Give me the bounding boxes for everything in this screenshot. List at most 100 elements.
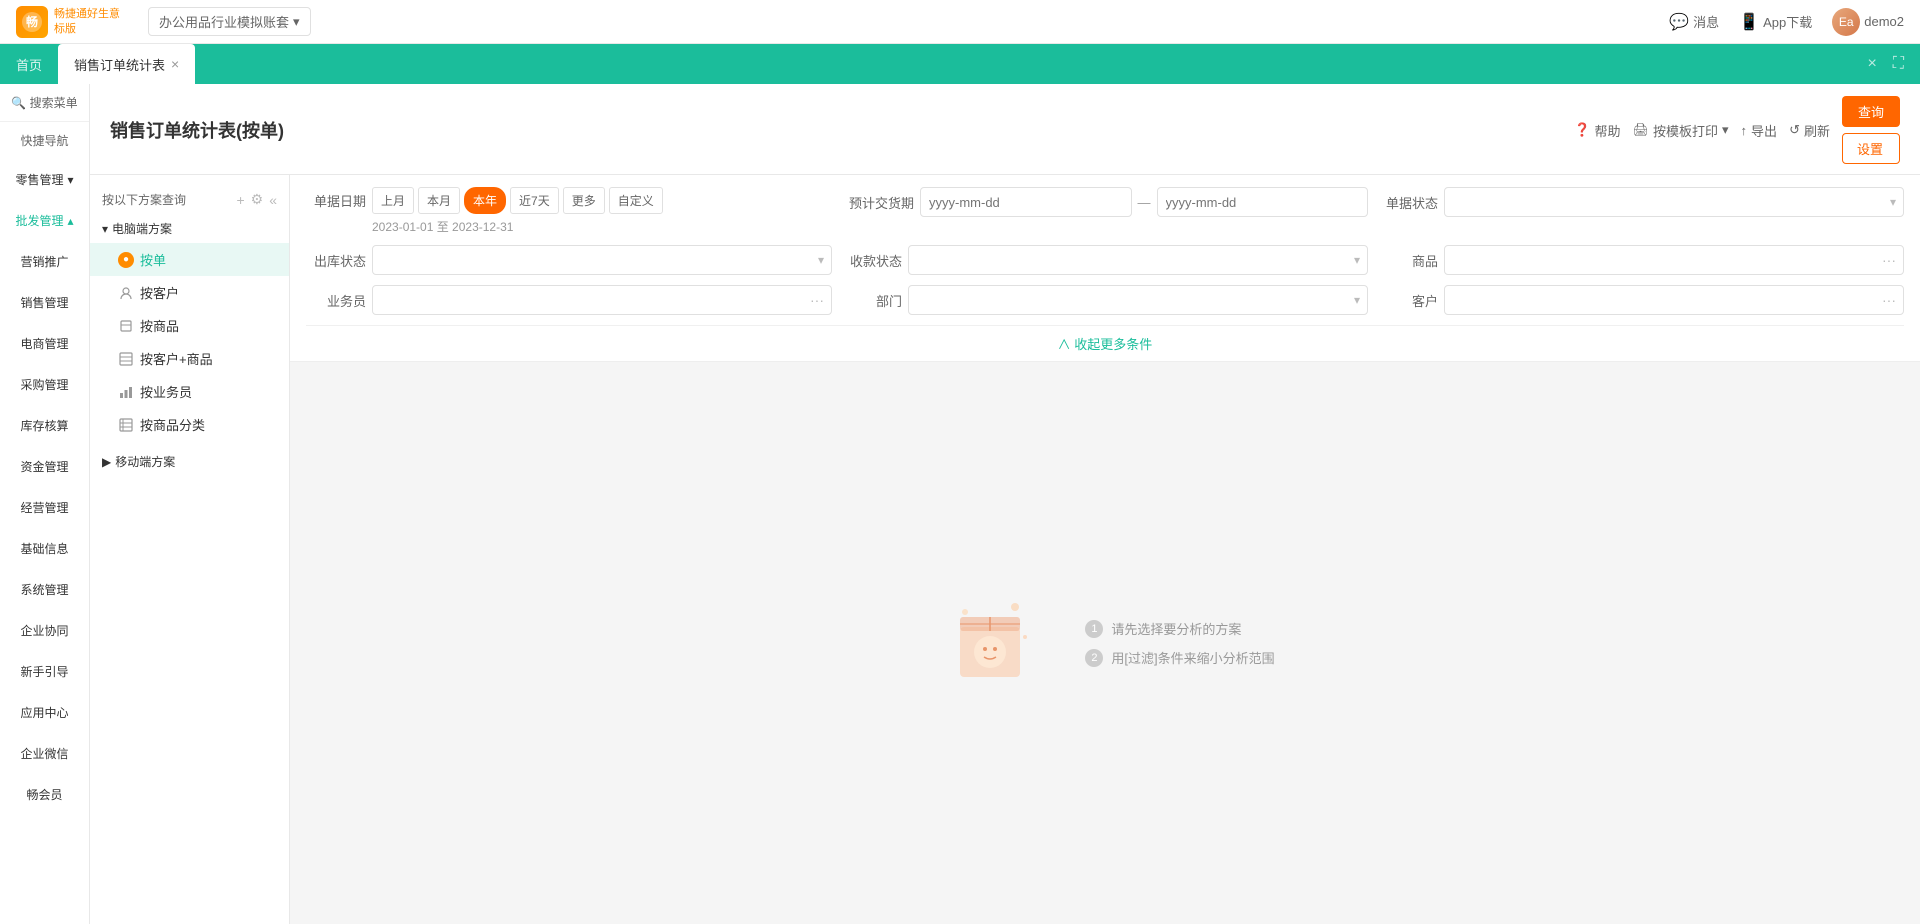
order-status-select-wrapper: ▾ (1444, 187, 1904, 217)
query-btn[interactable]: 查询 (1842, 96, 1900, 127)
scheme-item-goods[interactable]: 按商品 (90, 309, 289, 342)
minimize-btn[interactable]: × (1863, 55, 1880, 73)
app-selector-arrow: ▾ (293, 14, 300, 30)
right-buttons: 查询 设置 (1842, 96, 1900, 164)
settings-btn[interactable]: 设置 (1842, 133, 1900, 164)
sidebar-item-marketing[interactable]: 营销推广 (0, 241, 89, 282)
refresh-btn[interactable]: ↺ 刷新 (1789, 121, 1830, 140)
app-selector[interactable]: 办公用品行业模拟账套 ▾ (148, 7, 311, 36)
scheme-item-salesman[interactable]: 按业务员 (90, 375, 289, 408)
content-data: 1 请先选择要分析的方案 2 用[过滤]条件来缩小分析范围 (290, 362, 1920, 924)
sidebar-item-inventory[interactable]: 库存核算 (0, 405, 89, 446)
empty-tips-list: 1 请先选择要分析的方案 2 用[过滤]条件来缩小分析范围 (1085, 619, 1274, 667)
prev-month-btn[interactable]: 上月 (372, 187, 414, 214)
scheme-settings-btn[interactable]: ⚙ (251, 191, 264, 208)
collapse-bar[interactable]: ∧ 收起更多条件 (306, 325, 1904, 361)
operations-label: 经营管理 (20, 501, 68, 515)
date-range-display: 2023-01-01 至 2023-12-31 (306, 218, 832, 235)
sidebar-item-finance[interactable]: 资金管理 (0, 446, 89, 487)
sidebar-item-enterprise[interactable]: 企业协同 (0, 610, 89, 651)
quick-nav-text: 快捷导航 (20, 134, 68, 148)
tab-close-icon[interactable]: × (171, 56, 179, 72)
sidebar-item-basic[interactable]: 基础信息 (0, 528, 89, 569)
customer-label: 客户 (1378, 291, 1438, 310)
sidebar-item-sales[interactable]: 销售管理 (0, 282, 89, 323)
wholesale-label: 批发管理 (15, 212, 63, 229)
main-layout: 🔍 搜索菜单 快捷导航 零售管理 ▾ 批发管理 ▴ 营销推广 销售管理 电商管理… (0, 84, 1920, 924)
scheme-header-label: 按以下方案查询 (102, 191, 186, 208)
page-header-top: 销售订单统计表(按单) ❓ 帮助 🖨 按模板打印 ▾ ↑ 导出 (110, 96, 1900, 164)
expected-date-label: 预计交货期 (842, 193, 914, 212)
scheme-collapse-btn[interactable]: « (269, 192, 277, 208)
scheme-label-customer: 按客户 (140, 283, 179, 302)
main-right-panel: 单据日期 上月 本月 本年 近7天 更多 自定义 2023 (290, 175, 1920, 924)
tab-sales-stats[interactable]: 销售订单统计表 × (58, 44, 195, 84)
enterprise-label: 企业协同 (20, 624, 68, 638)
purchase-label: 采购管理 (20, 378, 68, 392)
user-area[interactable]: Ea demo2 (1832, 8, 1904, 36)
scheme-item-customer-goods[interactable]: 按客户+商品 (90, 342, 289, 375)
last7-btn[interactable]: 近7天 (510, 187, 559, 214)
dept-select[interactable] (908, 285, 1368, 315)
top-bar: 畅 畅捷通好生意 标版 办公用品行业模拟账套 ▾ 💬 消息 📱 App下载 Ea… (0, 0, 1920, 44)
this-year-btn[interactable]: 本年 (464, 187, 506, 214)
scheme-item-customer[interactable]: 按客户 (90, 276, 289, 309)
scheme-category-mobile: ▶ 移动端方案 (90, 447, 289, 476)
sidebar-item-operations[interactable]: 经营管理 (0, 487, 89, 528)
ship-status-select[interactable] (372, 245, 832, 275)
quick-nav-label[interactable]: 快捷导航 (0, 122, 89, 159)
top-bar-left: 畅 畅捷通好生意 标版 办公用品行业模拟账套 ▾ (16, 6, 311, 38)
print-icon: 🖨 (1632, 122, 1649, 138)
wechat-label: 企业微信 (20, 747, 68, 761)
salesman-select[interactable] (372, 285, 832, 315)
sidebar-item-apps[interactable]: 应用中心 (0, 692, 89, 733)
user-avatar: Ea (1832, 8, 1860, 36)
order-status-select[interactable] (1444, 187, 1904, 217)
receive-status-select[interactable] (908, 245, 1368, 275)
pc-category-arrow: ▾ (102, 222, 108, 236)
scheme-item-dan[interactable]: ● 按单 (90, 243, 289, 276)
this-month-btn[interactable]: 本月 (418, 187, 460, 214)
message-btn[interactable]: 💬 消息 (1669, 12, 1719, 32)
customer-select[interactable] (1444, 285, 1904, 315)
ship-status-cell: 出库状态 ▾ (306, 245, 832, 275)
scheme-item-goods-category[interactable]: 按商品分类 (90, 408, 289, 441)
scheme-icon-customer (118, 285, 134, 301)
scheme-add-btn[interactable]: + (236, 192, 244, 208)
sidebar-search[interactable]: 🔍 搜索菜单 (0, 84, 89, 122)
basic-label: 基础信息 (20, 542, 68, 556)
page-title: 销售订单统计表(按单) (110, 117, 284, 143)
marketing-label: 营销推广 (20, 255, 68, 269)
sidebar-item-ecommerce[interactable]: 电商管理 (0, 323, 89, 364)
maximize-btn[interactable]: ⛶ (1889, 55, 1908, 73)
tip-text-2: 用[过滤]条件来缩小分析范围 (1111, 648, 1274, 667)
sidebar-item-newbie[interactable]: 新手引导 (0, 651, 89, 692)
expected-date-cell: 预计交货期 — (842, 187, 1368, 217)
expected-date-end[interactable] (1157, 187, 1369, 217)
filter-row-3: 业务员 ··· 部门 ▾ (306, 285, 1904, 315)
order-status-label: 单据状态 (1378, 193, 1438, 212)
print-btn[interactable]: 🖨 按模板打印 ▾ (1632, 121, 1728, 140)
sidebar-item-purchase[interactable]: 采购管理 (0, 364, 89, 405)
goods-select[interactable] (1444, 245, 1904, 275)
tip-num-2: 2 (1085, 649, 1103, 667)
sidebar-item-system[interactable]: 系统管理 (0, 569, 89, 610)
scheme-panel-header: 按以下方案查询 + ⚙ « (90, 185, 289, 214)
app-download-btn[interactable]: 📱 App下载 (1739, 12, 1812, 32)
app-download-label: App下载 (1763, 12, 1812, 31)
sidebar-item-wechat[interactable]: 企业微信 (0, 733, 89, 774)
wholesale-arrow: ▴ (67, 214, 73, 228)
more-date-btn[interactable]: 更多 (563, 187, 605, 214)
refresh-label: 刷新 (1804, 121, 1830, 140)
expected-date-start[interactable] (920, 187, 1132, 217)
sidebar-item-zero-retail[interactable]: 零售管理 ▾ (0, 159, 89, 200)
sidebar-item-member[interactable]: 畅会员 (0, 774, 89, 815)
custom-date-btn[interactable]: 自定义 (609, 187, 663, 214)
mobile-category-label: 移动端方案 (115, 453, 175, 470)
print-label: 按模板打印 (1653, 121, 1718, 140)
member-label: 畅会员 (26, 788, 62, 802)
help-btn[interactable]: ❓ 帮助 (1574, 121, 1620, 140)
tab-home[interactable]: 首页 (0, 44, 58, 84)
export-btn[interactable]: ↑ 导出 (1741, 121, 1778, 140)
sidebar-item-wholesale[interactable]: 批发管理 ▴ (0, 200, 89, 241)
